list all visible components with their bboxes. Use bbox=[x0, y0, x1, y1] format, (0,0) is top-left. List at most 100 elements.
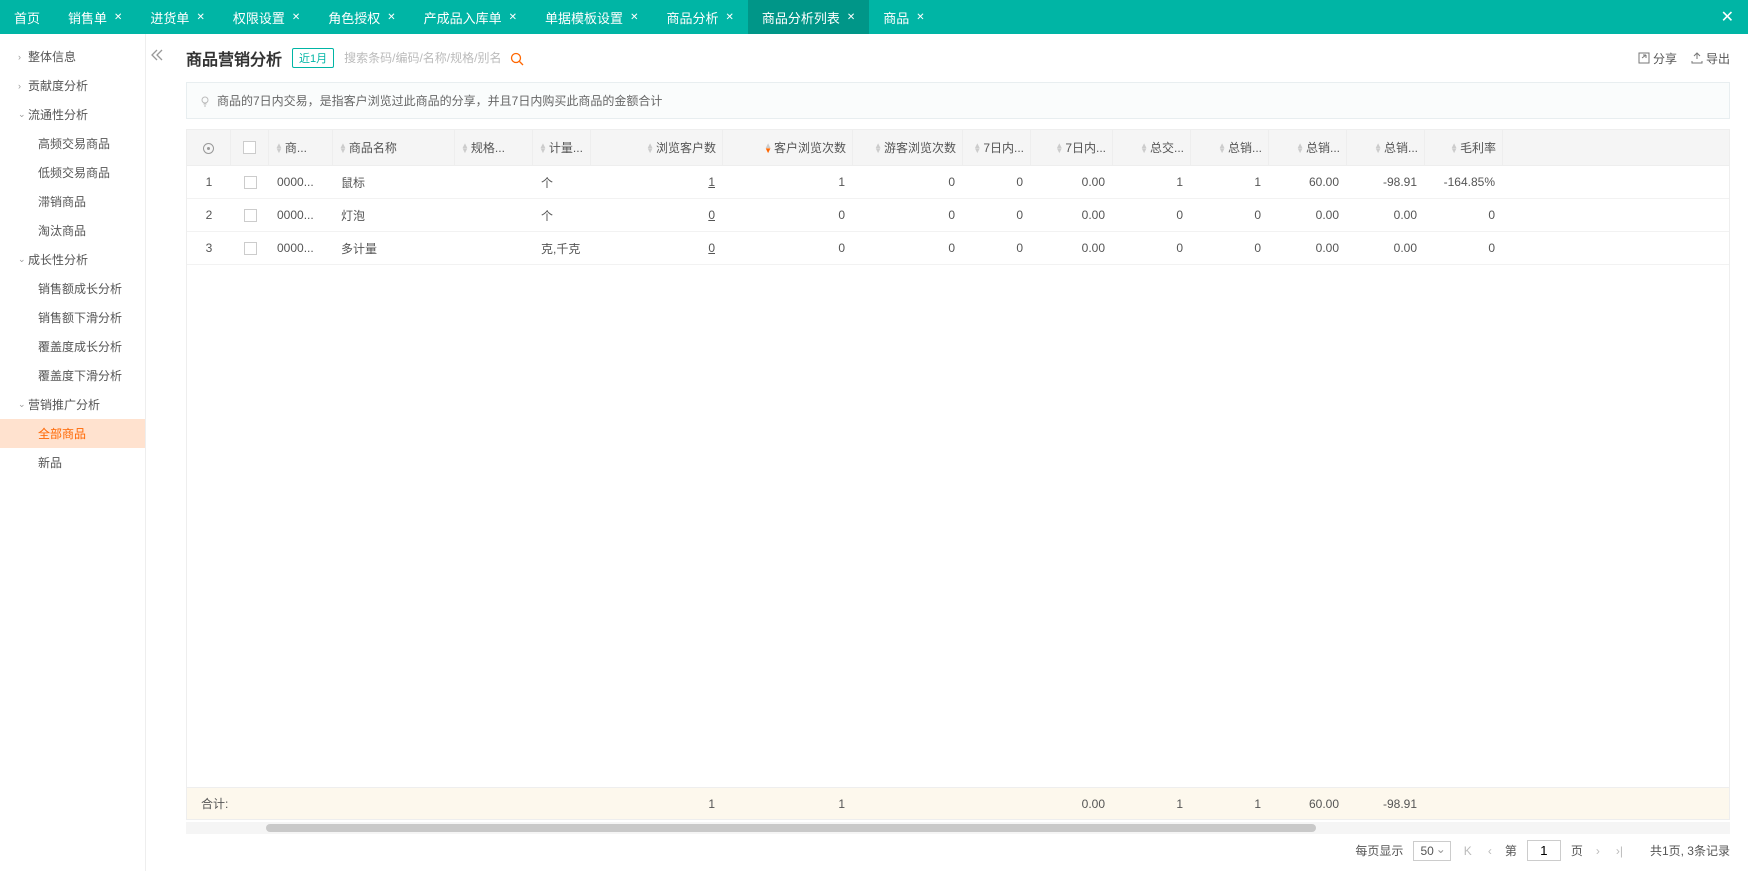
last-page-button[interactable]: ›| bbox=[1613, 844, 1626, 858]
tab-4[interactable]: 角色授权✕ bbox=[314, 0, 409, 34]
link-value[interactable]: 0 bbox=[708, 208, 715, 222]
close-icon[interactable]: ✕ bbox=[114, 12, 122, 23]
sort-icon: ▲▼ bbox=[1450, 143, 1458, 153]
sort-icon: ▲▼ bbox=[973, 143, 981, 153]
column-header-1[interactable] bbox=[231, 130, 269, 165]
tab-0[interactable]: 首页 bbox=[0, 0, 54, 34]
sidebar-item[interactable]: 覆盖度下滑分析 bbox=[0, 361, 145, 390]
row-checkbox[interactable] bbox=[244, 209, 257, 222]
sidebar-category[interactable]: ›整体信息 bbox=[0, 42, 145, 71]
table-cell: 0 bbox=[963, 232, 1031, 264]
sidebar-category[interactable]: ⌄流通性分析 bbox=[0, 100, 145, 129]
column-header-8[interactable]: ▲▼游客浏览次数 bbox=[853, 130, 963, 165]
column-header-6[interactable]: ▲▼浏览客户数 bbox=[591, 130, 723, 165]
table-row: 10000...鼠标个11000.001160.00-98.91-164.85% bbox=[187, 166, 1729, 199]
date-range-badge[interactable]: 近1月 bbox=[292, 48, 334, 68]
column-header-13[interactable]: ▲▼总销... bbox=[1269, 130, 1347, 165]
close-icon[interactable]: ✕ bbox=[509, 12, 517, 23]
table-cell[interactable]: 1 bbox=[591, 166, 723, 198]
column-header-9[interactable]: ▲▼7日内... bbox=[963, 130, 1031, 165]
horizontal-scrollbar[interactable] bbox=[186, 822, 1730, 834]
column-header-12[interactable]: ▲▼总销... bbox=[1191, 130, 1269, 165]
next-page-button[interactable]: › bbox=[1593, 844, 1603, 858]
close-icon[interactable]: ✕ bbox=[292, 12, 300, 23]
totals-7dayamt: 0.00 bbox=[1031, 788, 1113, 819]
chevron-right-icon: › bbox=[18, 81, 26, 91]
sidebar-category[interactable]: ⌄成长性分析 bbox=[0, 245, 145, 274]
column-header-14[interactable]: ▲▼总销... bbox=[1347, 130, 1425, 165]
link-value[interactable]: 0 bbox=[708, 241, 715, 255]
column-label: 计量... bbox=[549, 139, 583, 156]
share-button[interactable]: 分享 bbox=[1638, 50, 1677, 67]
sidebar-category[interactable]: ⌄营销推广分析 bbox=[0, 390, 145, 419]
page-size-select[interactable]: 50 bbox=[1413, 841, 1450, 861]
row-checkbox[interactable] bbox=[244, 242, 257, 255]
collapse-sidebar-button[interactable] bbox=[146, 34, 168, 871]
select-all-checkbox[interactable] bbox=[243, 141, 256, 154]
column-header-10[interactable]: ▲▼7日内... bbox=[1031, 130, 1113, 165]
tab-label: 商品分析 bbox=[666, 8, 718, 27]
column-header-11[interactable]: ▲▼总交... bbox=[1113, 130, 1191, 165]
row-checkbox[interactable] bbox=[244, 176, 257, 189]
sidebar-item[interactable]: 销售额下滑分析 bbox=[0, 303, 145, 332]
column-label: 商品名称 bbox=[349, 139, 397, 156]
page-prefix: 第 bbox=[1505, 842, 1517, 859]
tab-6[interactable]: 单据模板设置✕ bbox=[531, 0, 652, 34]
page-summary: 共1页, 3条记录 bbox=[1650, 842, 1730, 859]
export-icon bbox=[1691, 52, 1703, 64]
sidebar-item[interactable]: 销售额成长分析 bbox=[0, 274, 145, 303]
column-header-3[interactable]: ▲▼商品名称 bbox=[333, 130, 455, 165]
column-label: 规格... bbox=[471, 139, 505, 156]
tab-2[interactable]: 进货单✕ bbox=[136, 0, 218, 34]
scrollbar-thumb[interactable] bbox=[266, 824, 1316, 832]
column-header-15[interactable]: ▲▼毛利率 bbox=[1425, 130, 1503, 165]
table-cell: 1 bbox=[1191, 166, 1269, 198]
sidebar-item-label: 销售额成长分析 bbox=[38, 282, 122, 296]
export-button[interactable]: 导出 bbox=[1691, 50, 1730, 67]
search-input[interactable] bbox=[344, 51, 504, 65]
page-title: 商品营销分析 bbox=[186, 46, 282, 70]
sidebar-item[interactable]: 淘汰商品 bbox=[0, 216, 145, 245]
column-header-0[interactable] bbox=[187, 130, 231, 165]
close-icon[interactable]: ✕ bbox=[916, 12, 924, 23]
column-header-5[interactable]: ▲▼计量... bbox=[533, 130, 591, 165]
tab-7[interactable]: 商品分析 ✕ bbox=[652, 0, 747, 34]
tab-9[interactable]: 商品✕ bbox=[869, 0, 938, 34]
table-cell: 1 bbox=[1113, 166, 1191, 198]
table-cell: 0.00 bbox=[1031, 232, 1113, 264]
gear-icon[interactable] bbox=[202, 140, 215, 154]
column-label: 毛利率 bbox=[1460, 139, 1496, 156]
tab-5[interactable]: 产成品入库单✕ bbox=[410, 0, 531, 34]
column-header-7[interactable]: ▲▼客户浏览次数 bbox=[723, 130, 853, 165]
sidebar-item[interactable]: 低频交易商品 bbox=[0, 158, 145, 187]
sidebar-item-label: 覆盖度下滑分析 bbox=[38, 369, 122, 383]
column-label: 客户浏览次数 bbox=[774, 139, 846, 156]
sidebar-category[interactable]: ›贡献度分析 bbox=[0, 71, 145, 100]
column-header-2[interactable]: ▲▼商... bbox=[269, 130, 333, 165]
table-cell[interactable]: 0 bbox=[591, 199, 723, 231]
search-icon[interactable] bbox=[510, 50, 524, 66]
close-icon[interactable]: ✕ bbox=[196, 12, 204, 23]
sidebar-item[interactable]: 高频交易商品 bbox=[0, 129, 145, 158]
close-all-tabs-button[interactable]: ✕ bbox=[1707, 0, 1748, 34]
column-header-4[interactable]: ▲▼规格... bbox=[455, 130, 533, 165]
sidebar-item[interactable]: 滞销商品 bbox=[0, 187, 145, 216]
link-value[interactable]: 1 bbox=[708, 175, 715, 189]
prev-page-button[interactable]: ‹ bbox=[1485, 844, 1495, 858]
close-icon[interactable]: ✕ bbox=[847, 12, 855, 23]
close-icon[interactable]: ✕ bbox=[725, 12, 733, 23]
tab-8[interactable]: 商品分析列表✕ bbox=[748, 0, 869, 34]
table-cell: 多计量 bbox=[333, 232, 455, 264]
table-cell: 0000... bbox=[269, 232, 333, 264]
page-input[interactable] bbox=[1527, 840, 1561, 861]
sort-icon: ▲▼ bbox=[874, 143, 882, 153]
sidebar-item[interactable]: 新品 bbox=[0, 448, 145, 477]
close-icon[interactable]: ✕ bbox=[387, 12, 395, 23]
first-page-button[interactable]: K bbox=[1461, 844, 1475, 858]
tab-1[interactable]: 销售单✕ bbox=[54, 0, 136, 34]
sidebar-item[interactable]: 覆盖度成长分析 bbox=[0, 332, 145, 361]
table-cell[interactable]: 0 bbox=[591, 232, 723, 264]
close-icon[interactable]: ✕ bbox=[630, 12, 638, 23]
tab-3[interactable]: 权限设置✕ bbox=[219, 0, 314, 34]
sidebar-item[interactable]: 全部商品 bbox=[0, 419, 145, 448]
